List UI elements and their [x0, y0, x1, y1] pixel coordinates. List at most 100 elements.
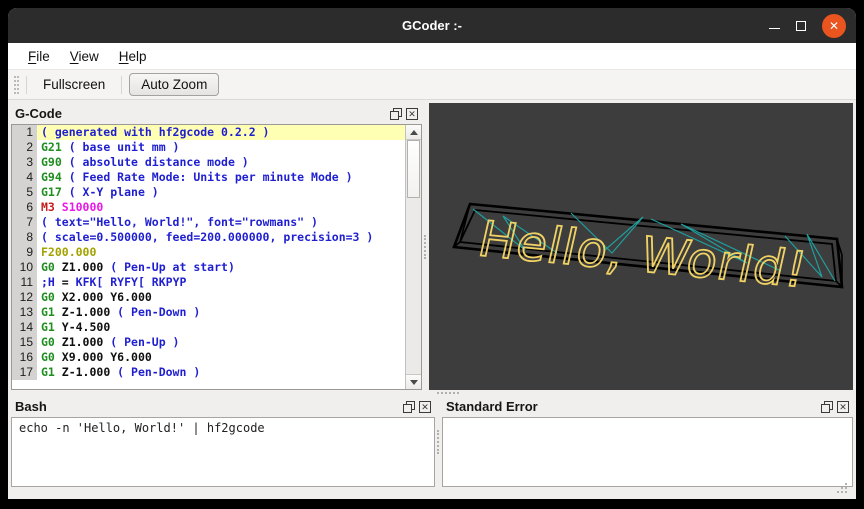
- gcode-line[interactable]: 5 G17 ( X-Y plane ): [12, 185, 405, 200]
- scroll-up-icon[interactable]: [406, 125, 421, 140]
- gcode-scrollbar[interactable]: [405, 125, 421, 389]
- maximize-icon[interactable]: [796, 20, 806, 31]
- float-panel-icon[interactable]: [390, 107, 402, 120]
- gcode-line[interactable]: 7 ( text="Hello, World!", font="rowmans" …: [12, 215, 405, 230]
- gcode-line-text: G94 ( Feed Rate Mode: Units per minute M…: [41, 170, 353, 184]
- minimize-icon[interactable]: [769, 20, 780, 31]
- stderr-panel-titlebar: Standard Error ✕: [442, 396, 853, 417]
- scrollbar-track[interactable]: [406, 140, 421, 374]
- line-number: 9: [12, 245, 37, 260]
- auto-zoom-button[interactable]: Auto Zoom: [129, 73, 220, 96]
- bash-panel-title: Bash: [15, 399, 47, 414]
- gcode-line-text: G1 Y-4.500: [41, 320, 111, 334]
- stderr-panel-title: Standard Error: [446, 399, 538, 414]
- preview-viewport[interactable]: Hello, World!: [429, 103, 853, 390]
- bash-input[interactable]: echo -n 'Hello, World!' | hf2gcode: [11, 417, 435, 487]
- menu-item-file[interactable]: File: [18, 46, 60, 67]
- line-number: 17: [12, 365, 37, 380]
- gcode-line-text: G17 ( X-Y plane ): [41, 185, 159, 199]
- line-number: 3: [12, 155, 37, 170]
- gcode-line-text: G0 X2.000 Y6.000: [41, 290, 152, 304]
- line-number: 6: [12, 200, 37, 215]
- scrollbar-thumb[interactable]: [407, 140, 420, 198]
- menu-item-view[interactable]: View: [60, 46, 109, 67]
- line-number: 10: [12, 260, 37, 275]
- horizontal-splitter[interactable]: [11, 390, 853, 396]
- gcode-editor-lines[interactable]: 1( generated with hf2gcode 0.2.2 ) 2 G21 (…: [12, 125, 405, 389]
- engraved-text: Hello, World!: [473, 210, 812, 299]
- gcode-line-text: G21 ( base unit mm ): [41, 140, 180, 154]
- gcode-line[interactable]: 16 G0 X9.000 Y6.000: [12, 350, 405, 365]
- window-title: GCoder :-: [402, 18, 462, 33]
- gcode-line[interactable]: 13 G1 Z-1.000 ( Pen-Down ): [12, 305, 405, 320]
- gcode-line[interactable]: 11 ;H = KFK[ RYFY[ RKPYP: [12, 275, 405, 290]
- gcode-panel: G-Code ✕ 1( generated with hf2gcode 0.2.…: [11, 103, 422, 390]
- bash-panel: Bash ✕ echo -n 'Hello, World!' | hf2gcod…: [11, 396, 435, 487]
- line-number: 13: [12, 305, 37, 320]
- close-panel-icon[interactable]: ✕: [406, 107, 418, 120]
- gcode-line-text: M3 S10000: [41, 200, 104, 214]
- gcode-line[interactable]: 8 ( scale=0.500000, feed=200.000000, prec…: [12, 230, 405, 245]
- gcode-line-text: F200.000: [41, 245, 97, 259]
- gcode-line[interactable]: 3 G90 ( absolute distance mode ): [12, 155, 405, 170]
- engraved-text-group: Hello, World!: [472, 209, 813, 300]
- line-number: 1: [12, 125, 37, 140]
- window-controls: ✕: [769, 13, 856, 38]
- gcode-editor[interactable]: 1( generated with hf2gcode 0.2.2 ) 2 G21 (…: [11, 124, 422, 390]
- gcode-panel-title: G-Code: [15, 106, 62, 121]
- gcode-line-text: G0 Z1.000 ( Pen-Up ): [41, 335, 180, 349]
- vertical-splitter[interactable]: [422, 103, 429, 390]
- gcode-line[interactable]: 12 G0 X2.000 Y6.000: [12, 290, 405, 305]
- close-panel-icon[interactable]: ✕: [837, 400, 849, 413]
- app-window: GCoder :- ✕ File View Help Fullscreen Auto…: [8, 8, 856, 499]
- gcode-3d-preview: Hello, World!: [452, 202, 844, 300]
- line-number: 16: [12, 350, 37, 365]
- gcode-line[interactable]: 6 M3 S10000: [12, 200, 405, 215]
- line-number: 11: [12, 275, 37, 290]
- menubar: File View Help: [8, 43, 856, 70]
- resize-grip-icon[interactable]: [837, 483, 848, 494]
- line-number: 15: [12, 335, 37, 350]
- float-panel-icon[interactable]: [403, 400, 415, 413]
- vertical-splitter[interactable]: [435, 396, 442, 487]
- gcode-line[interactable]: 14 G1 Y-4.500: [12, 320, 405, 335]
- toolbar: Fullscreen Auto Zoom: [8, 70, 856, 100]
- line-number: 5: [12, 185, 37, 200]
- dock-area: G-Code ✕ 1( generated with hf2gcode 0.2.…: [8, 100, 856, 499]
- menu-item-help[interactable]: Help: [109, 46, 157, 67]
- gcode-panel-titlebar: G-Code ✕: [11, 103, 422, 124]
- gcode-line[interactable]: 10 G0 Z1.000 ( Pen-Up at start): [12, 260, 405, 275]
- gcode-line-text: G90 ( absolute distance mode ): [41, 155, 249, 169]
- gcode-line-text: G0 X9.000 Y6.000: [41, 350, 152, 364]
- stderr-output[interactable]: [442, 417, 853, 487]
- gcode-line[interactable]: 15 G0 Z1.000 ( Pen-Up ): [12, 335, 405, 350]
- fullscreen-button[interactable]: Fullscreen: [34, 74, 114, 95]
- line-number: 14: [12, 320, 37, 335]
- line-number: 12: [12, 290, 37, 305]
- scroll-down-icon[interactable]: [406, 374, 421, 389]
- gcode-line[interactable]: 9 F200.000: [12, 245, 405, 260]
- close-icon[interactable]: ✕: [822, 13, 846, 38]
- float-panel-icon[interactable]: [821, 400, 833, 413]
- toolbar-drag-handle[interactable]: [14, 75, 19, 94]
- gcode-line[interactable]: 2 G21 ( base unit mm ): [12, 140, 405, 155]
- gcode-line-text: ( generated with hf2gcode 0.2.2 ): [37, 125, 405, 140]
- line-number: 7: [12, 215, 37, 230]
- gcode-line-text: ;H = KFK[ RYFY[ RKPYP: [41, 275, 187, 289]
- titlebar: GCoder :- ✕: [8, 8, 856, 43]
- line-number: 8: [12, 230, 37, 245]
- toolbar-separator: [121, 75, 123, 94]
- status-strip: [11, 487, 853, 499]
- gcode-line[interactable]: 4 G94 ( Feed Rate Mode: Units per minute …: [12, 170, 405, 185]
- bash-panel-titlebar: Bash ✕: [11, 396, 435, 417]
- gcode-line-text: G1 Z-1.000 ( Pen-Down ): [41, 305, 201, 319]
- gcode-line-text: G1 Z-1.000 ( Pen-Down ): [41, 365, 201, 379]
- close-panel-icon[interactable]: ✕: [419, 400, 431, 413]
- gcode-line-text: G0 Z1.000 ( Pen-Up at start): [41, 260, 235, 274]
- line-number: 4: [12, 170, 37, 185]
- gcode-line[interactable]: 17 G1 Z-1.000 ( Pen-Down ): [12, 365, 405, 380]
- gcode-line-text: ( text="Hello, World!", font="rowmans" ): [41, 215, 318, 229]
- gcode-line[interactable]: 1( generated with hf2gcode 0.2.2 ): [12, 125, 405, 140]
- stderr-panel: Standard Error ✕: [442, 396, 853, 487]
- gcode-line-text: ( scale=0.500000, feed=200.000000, preci…: [41, 230, 374, 244]
